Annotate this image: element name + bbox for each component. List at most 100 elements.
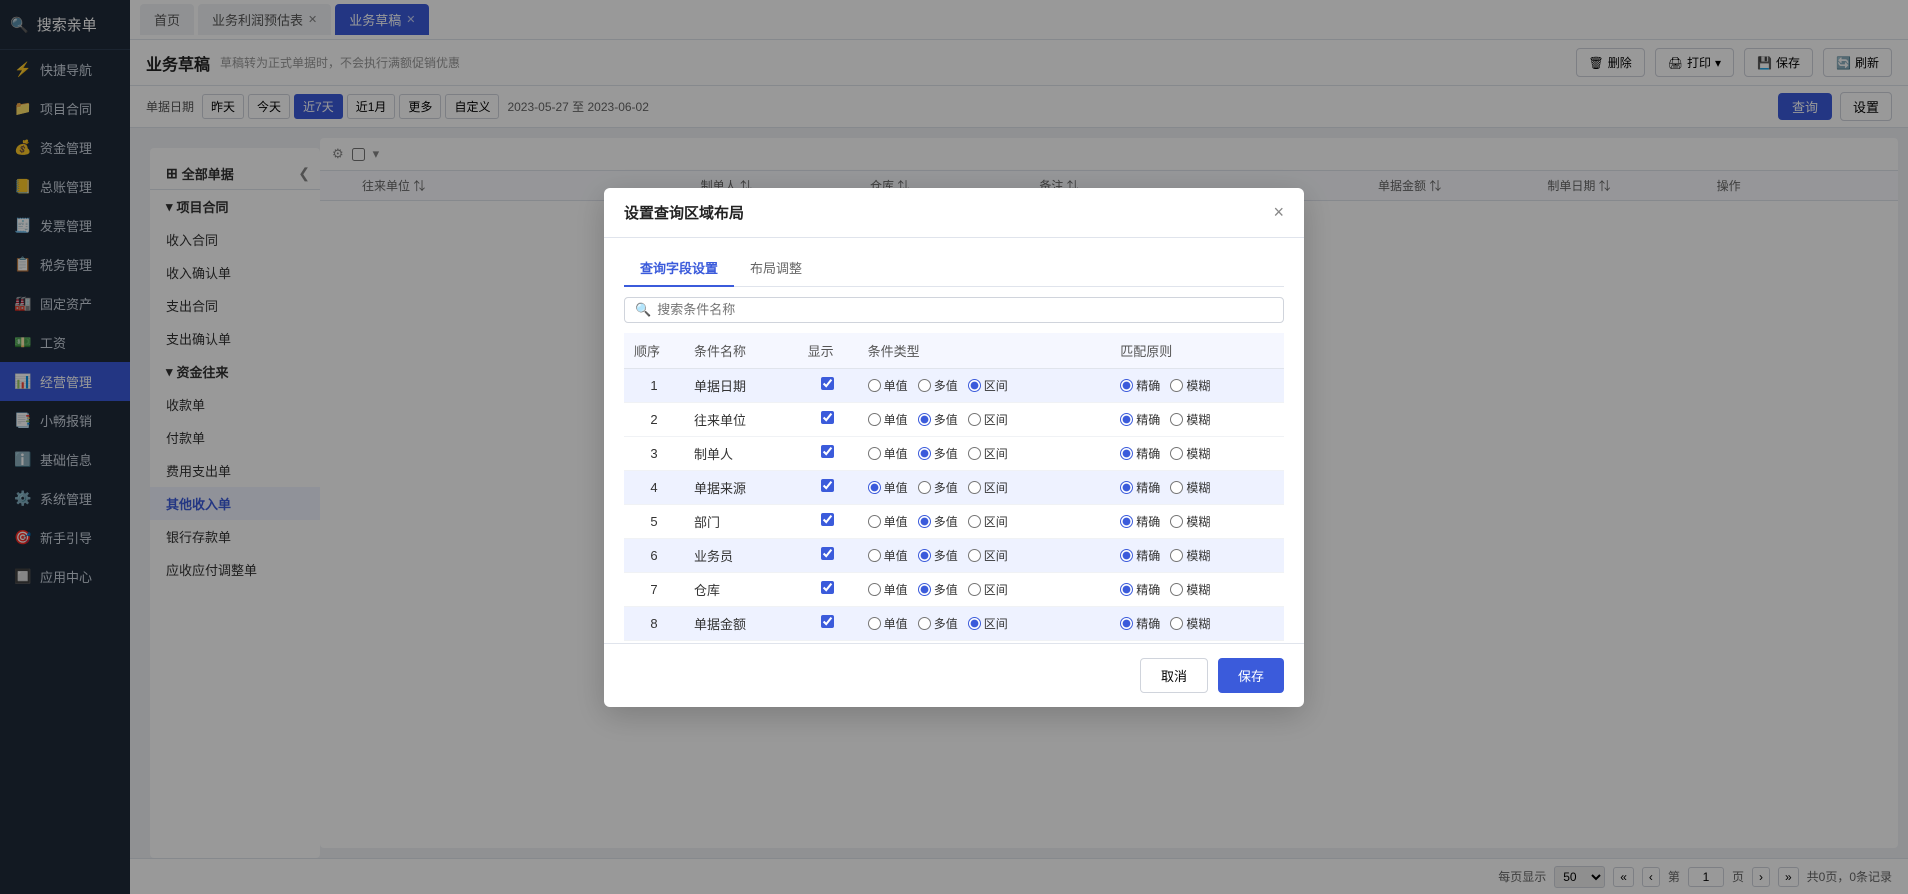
- radio-single-label[interactable]: 单值: [868, 479, 908, 496]
- radio-exact-label[interactable]: 精确: [1120, 581, 1160, 598]
- radio-exact[interactable]: [1120, 481, 1133, 494]
- radio-multiple[interactable]: [918, 515, 931, 528]
- radio-single[interactable]: [868, 549, 881, 562]
- cell-show[interactable]: [798, 504, 858, 538]
- radio-single[interactable]: [868, 583, 881, 596]
- show-checkbox[interactable]: [821, 513, 834, 526]
- radio-multiple-label[interactable]: 多值: [918, 581, 958, 598]
- radio-multiple-label[interactable]: 多值: [918, 615, 958, 632]
- cell-show[interactable]: [798, 538, 858, 572]
- radio-fuzzy[interactable]: [1170, 447, 1183, 460]
- radio-multiple-label[interactable]: 多值: [918, 445, 958, 462]
- radio-exact[interactable]: [1120, 583, 1133, 596]
- radio-single-label[interactable]: 单值: [868, 513, 908, 530]
- radio-exact-label[interactable]: 精确: [1120, 513, 1160, 530]
- modal-save-button[interactable]: 保存: [1218, 658, 1284, 693]
- radio-range-label[interactable]: 区间: [968, 377, 1008, 394]
- radio-fuzzy-label[interactable]: 模糊: [1170, 377, 1210, 394]
- radio-range[interactable]: [968, 481, 981, 494]
- radio-single-label[interactable]: 单值: [868, 547, 908, 564]
- radio-fuzzy-label[interactable]: 模糊: [1170, 445, 1210, 462]
- radio-fuzzy[interactable]: [1170, 379, 1183, 392]
- radio-multiple-label[interactable]: 多值: [918, 377, 958, 394]
- radio-multiple[interactable]: [918, 549, 931, 562]
- radio-multiple[interactable]: [918, 481, 931, 494]
- radio-range[interactable]: [968, 583, 981, 596]
- radio-multiple-label[interactable]: 多值: [918, 547, 958, 564]
- radio-exact[interactable]: [1120, 413, 1133, 426]
- radio-range[interactable]: [968, 447, 981, 460]
- radio-range-label[interactable]: 区间: [968, 581, 1008, 598]
- radio-range-label[interactable]: 区间: [968, 547, 1008, 564]
- radio-fuzzy[interactable]: [1170, 617, 1183, 630]
- radio-multiple[interactable]: [918, 583, 931, 596]
- radio-single-label[interactable]: 单值: [868, 445, 908, 462]
- radio-single-label[interactable]: 单值: [868, 581, 908, 598]
- radio-exact[interactable]: [1120, 617, 1133, 630]
- tab-layout-adjust[interactable]: 布局调整: [734, 250, 818, 287]
- radio-range[interactable]: [968, 515, 981, 528]
- radio-fuzzy-label[interactable]: 模糊: [1170, 479, 1210, 496]
- show-checkbox[interactable]: [821, 445, 834, 458]
- search-input[interactable]: [657, 302, 1273, 317]
- cell-show[interactable]: [798, 402, 858, 436]
- radio-fuzzy-label[interactable]: 模糊: [1170, 411, 1210, 428]
- radio-single[interactable]: [868, 617, 881, 630]
- radio-exact-label[interactable]: 精确: [1120, 445, 1160, 462]
- radio-single[interactable]: [868, 379, 881, 392]
- modal-close-button[interactable]: ×: [1273, 202, 1284, 223]
- radio-multiple-label[interactable]: 多值: [918, 411, 958, 428]
- radio-multiple-label[interactable]: 多值: [918, 513, 958, 530]
- radio-fuzzy[interactable]: [1170, 515, 1183, 528]
- radio-fuzzy-label[interactable]: 模糊: [1170, 615, 1210, 632]
- radio-exact[interactable]: [1120, 379, 1133, 392]
- radio-range-label[interactable]: 区间: [968, 479, 1008, 496]
- radio-multiple[interactable]: [918, 379, 931, 392]
- radio-range[interactable]: [968, 413, 981, 426]
- radio-multiple-label[interactable]: 多值: [918, 479, 958, 496]
- cell-show[interactable]: [798, 572, 858, 606]
- radio-exact[interactable]: [1120, 515, 1133, 528]
- radio-fuzzy-label[interactable]: 模糊: [1170, 547, 1210, 564]
- radio-single[interactable]: [868, 413, 881, 426]
- radio-range-label[interactable]: 区间: [968, 445, 1008, 462]
- radio-single[interactable]: [868, 481, 881, 494]
- radio-exact-label[interactable]: 精确: [1120, 411, 1160, 428]
- show-checkbox[interactable]: [821, 479, 834, 492]
- radio-range[interactable]: [968, 549, 981, 562]
- radio-multiple[interactable]: [918, 413, 931, 426]
- radio-single[interactable]: [868, 515, 881, 528]
- show-checkbox[interactable]: [821, 581, 834, 594]
- cell-show[interactable]: [798, 436, 858, 470]
- radio-exact-label[interactable]: 精确: [1120, 377, 1160, 394]
- radio-fuzzy[interactable]: [1170, 481, 1183, 494]
- radio-range[interactable]: [968, 617, 981, 630]
- radio-range[interactable]: [968, 379, 981, 392]
- tab-field-settings[interactable]: 查询字段设置: [624, 250, 734, 287]
- radio-exact-label[interactable]: 精确: [1120, 479, 1160, 496]
- radio-exact[interactable]: [1120, 549, 1133, 562]
- show-checkbox[interactable]: [821, 411, 834, 424]
- radio-range-label[interactable]: 区间: [968, 411, 1008, 428]
- radio-exact[interactable]: [1120, 447, 1133, 460]
- radio-fuzzy-label[interactable]: 模糊: [1170, 513, 1210, 530]
- radio-fuzzy[interactable]: [1170, 583, 1183, 596]
- radio-single-label[interactable]: 单值: [868, 615, 908, 632]
- radio-fuzzy[interactable]: [1170, 549, 1183, 562]
- show-checkbox[interactable]: [821, 615, 834, 628]
- radio-single[interactable]: [868, 447, 881, 460]
- radio-exact-label[interactable]: 精确: [1120, 615, 1160, 632]
- radio-range-label[interactable]: 区间: [968, 513, 1008, 530]
- radio-exact-label[interactable]: 精确: [1120, 547, 1160, 564]
- show-checkbox[interactable]: [821, 377, 834, 390]
- cell-show[interactable]: [798, 470, 858, 504]
- radio-single-label[interactable]: 单值: [868, 377, 908, 394]
- cell-show[interactable]: [798, 368, 858, 402]
- show-checkbox[interactable]: [821, 547, 834, 560]
- cancel-button[interactable]: 取消: [1140, 658, 1208, 693]
- radio-range-label[interactable]: 区间: [968, 615, 1008, 632]
- radio-single-label[interactable]: 单值: [868, 411, 908, 428]
- radio-fuzzy[interactable]: [1170, 413, 1183, 426]
- cell-show[interactable]: [798, 606, 858, 640]
- radio-multiple[interactable]: [918, 447, 931, 460]
